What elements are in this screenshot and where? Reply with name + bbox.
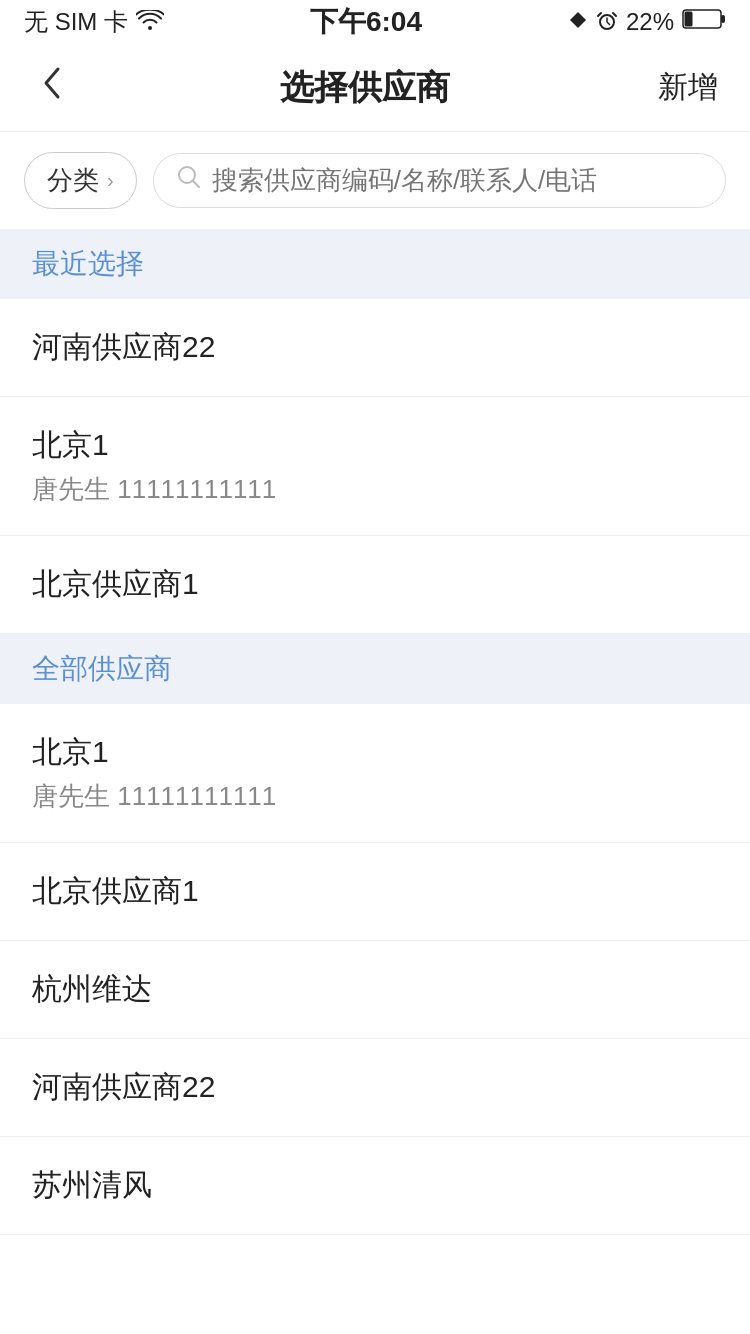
back-button[interactable] xyxy=(32,55,72,120)
filter-bar: 分类 › xyxy=(0,132,750,229)
list-item[interactable]: 北京1 唐先生 11111111111 xyxy=(0,704,750,843)
list-item[interactable]: 河南供应商22 xyxy=(0,299,750,397)
item-detail: 唐先生 11111111111 xyxy=(32,779,718,814)
list-item[interactable]: 河南供应商22 xyxy=(0,1039,750,1137)
status-bar: 无 SIM 卡 下午6:04 22% xyxy=(0,0,750,44)
alarm-icon xyxy=(596,8,618,36)
category-button[interactable]: 分类 › xyxy=(24,152,137,209)
status-right: 22% xyxy=(568,8,726,36)
search-icon xyxy=(176,164,202,197)
item-name: 河南供应商22 xyxy=(32,327,718,368)
all-section-header: 全部供应商 xyxy=(0,634,750,704)
recent-list: 河南供应商22 北京1 唐先生 11111111111 北京供应商1 xyxy=(0,299,750,634)
list-item[interactable]: 苏州清风 xyxy=(0,1137,750,1235)
all-list: 北京1 唐先生 11111111111 北京供应商1 杭州维达 河南供应商22 … xyxy=(0,704,750,1235)
nav-bar: 选择供应商 新增 xyxy=(0,44,750,132)
add-button[interactable]: 新增 xyxy=(658,67,718,108)
svg-rect-2 xyxy=(684,12,692,27)
item-name: 北京1 xyxy=(32,425,718,466)
battery-label: 22% xyxy=(626,8,674,36)
location-icon xyxy=(568,8,588,36)
battery-icon xyxy=(682,8,726,36)
item-name: 北京1 xyxy=(32,732,718,773)
search-box[interactable] xyxy=(153,153,726,208)
chevron-right-icon: › xyxy=(107,169,114,192)
item-name: 河南供应商22 xyxy=(32,1067,718,1108)
list-item[interactable]: 北京供应商1 xyxy=(0,536,750,634)
list-item[interactable]: 北京1 唐先生 11111111111 xyxy=(0,397,750,536)
list-item[interactable]: 杭州维达 xyxy=(0,941,750,1039)
item-detail: 唐先生 11111111111 xyxy=(32,472,718,507)
recent-section-header: 最近选择 xyxy=(0,229,750,299)
category-label: 分类 xyxy=(47,163,99,198)
status-left: 无 SIM 卡 xyxy=(24,6,164,38)
page-title: 选择供应商 xyxy=(280,65,450,111)
item-name: 北京供应商1 xyxy=(32,871,718,912)
list-item[interactable]: 北京供应商1 xyxy=(0,843,750,941)
item-name: 杭州维达 xyxy=(32,969,718,1010)
search-input[interactable] xyxy=(212,165,703,196)
item-name: 苏州清风 xyxy=(32,1165,718,1206)
svg-rect-3 xyxy=(721,15,725,23)
carrier-label: 无 SIM 卡 xyxy=(24,6,128,38)
status-time: 下午6:04 xyxy=(310,3,422,41)
wifi-icon xyxy=(136,8,164,36)
item-name: 北京供应商1 xyxy=(32,564,718,605)
